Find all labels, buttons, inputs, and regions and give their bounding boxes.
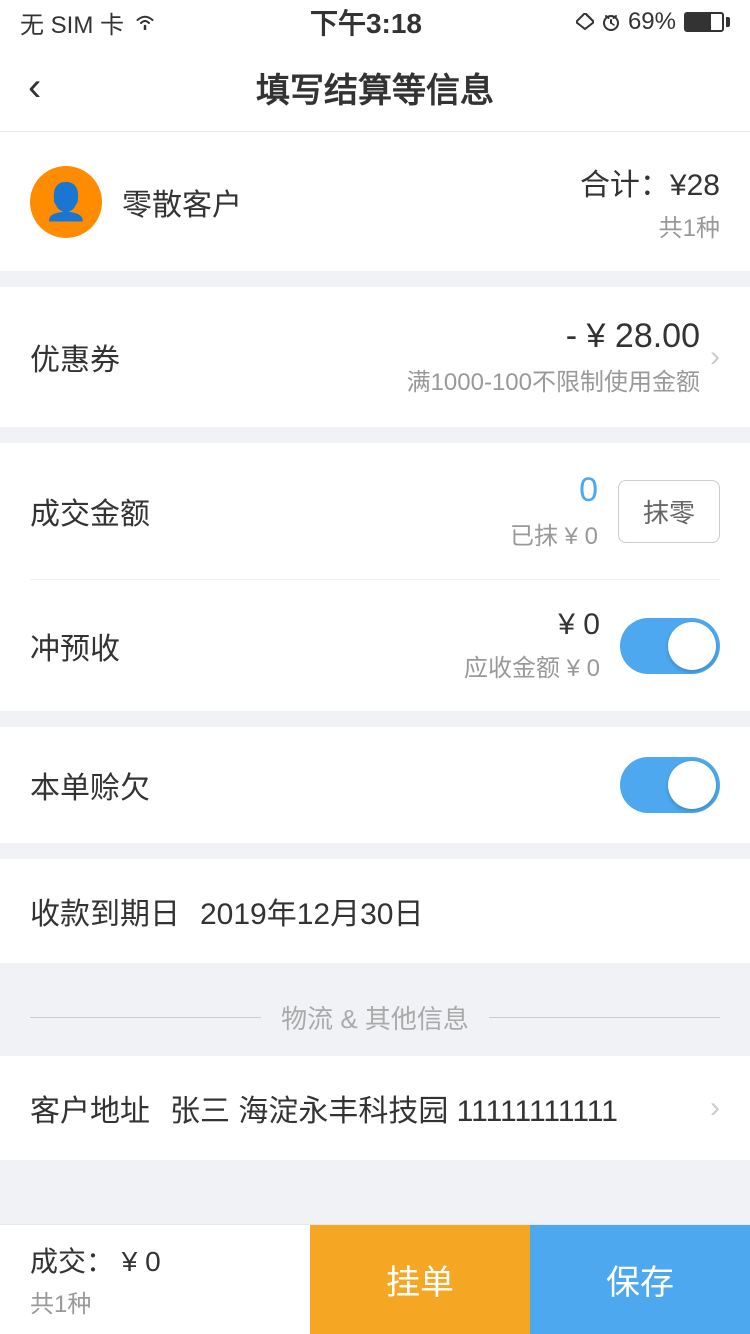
nav-bar: ‹ 填写结算等信息 (0, 44, 750, 132)
transaction-value-container: 0 已抹 ¥ 0 (510, 471, 598, 551)
avatar: 👤 (30, 166, 102, 238)
prepayment-label: 冲预收 (30, 624, 120, 668)
status-time: 下午3:18 (310, 2, 422, 42)
total-count: 共1种 (580, 208, 720, 243)
coupon-label: 优惠券 (30, 335, 120, 379)
coupon-amount: - ¥ 28.00 (407, 317, 700, 356)
transaction-value: 0 (510, 471, 598, 510)
deal-prefix: 成交： (30, 1246, 114, 1277)
prepayment-value-container: ¥ 0 应收金额 ¥ 0 (464, 608, 600, 683)
customer-total: 合计：¥28 共1种 (580, 160, 720, 243)
divider-line-right (489, 1017, 720, 1018)
coupon-right: - ¥ 28.00 满1000-100不限制使用金额 › (407, 317, 720, 397)
status-left: 无 SIM 卡 (20, 5, 156, 40)
deal-value: ¥ 0 (122, 1246, 161, 1277)
main-content: 👤 零散客户 合计：¥28 共1种 优惠券 - ¥ 28.00 满1000-10… (0, 132, 750, 1296)
coupon-row[interactable]: 优惠券 - ¥ 28.00 满1000-100不限制使用金额 › (0, 287, 750, 427)
location-icon (576, 13, 594, 31)
transaction-sub: 已抹 ¥ 0 (510, 516, 598, 551)
logistics-label: 物流 & 其他信息 (281, 999, 469, 1036)
back-button[interactable]: ‹ (28, 65, 41, 110)
bottom-bar: 成交： ¥ 0 共1种 挂单 保存 (0, 1224, 750, 1334)
bottom-deal-label: 成交： ¥ 0 (30, 1240, 280, 1280)
prepayment-right: ¥ 0 应收金额 ¥ 0 (464, 608, 720, 683)
duedate-row: 收款到期日 2019年12月30日 (0, 859, 750, 963)
transaction-label: 成交金额 (30, 489, 150, 533)
duedate-value: 2019年12月30日 (200, 889, 423, 933)
address-row[interactable]: 客户地址 张三 海淀永丰科技园 11111111111 › (0, 1056, 750, 1160)
coupon-chevron-right-icon: › (710, 340, 720, 374)
prepayment-sub: 应收金额 ¥ 0 (464, 648, 600, 683)
status-right: 69% (576, 8, 730, 36)
battery-icon (684, 12, 730, 32)
page-title: 填写结算等信息 (256, 63, 494, 112)
no-sim-label: 无 SIM 卡 (20, 5, 124, 40)
wifi-icon (134, 14, 156, 30)
prepayment-row: 冲预收 ¥ 0 应收金额 ¥ 0 (30, 580, 720, 711)
status-bar: 无 SIM 卡 下午3:18 69% (0, 0, 750, 44)
alarm-icon (602, 13, 620, 31)
coupon-desc: 满1000-100不限制使用金额 (407, 362, 700, 397)
total-amount: 合计：¥28 (580, 160, 720, 204)
avatar-icon: 👤 (44, 181, 89, 223)
transaction-row: 成交金额 0 已抹 ¥ 0 抹零 (30, 443, 720, 580)
debt-section: 本单赊欠 (0, 727, 750, 843)
prepayment-toggle[interactable] (620, 618, 720, 674)
customer-info: 👤 零散客户 (30, 166, 242, 238)
save-button[interactable]: 保存 (530, 1225, 750, 1334)
debt-row: 本单赊欠 (30, 727, 720, 843)
pending-button[interactable]: 挂单 (310, 1225, 530, 1334)
debt-toggle-circle (668, 761, 716, 809)
transaction-section: 成交金额 0 已抹 ¥ 0 抹零 冲预收 ¥ 0 应收金额 ¥ 0 (0, 443, 750, 711)
duedate-label: 收款到期日 (30, 889, 180, 933)
coupon-discount: - ¥ 28.00 满1000-100不限制使用金额 (407, 317, 700, 397)
logistics-divider: 物流 & 其他信息 (0, 979, 750, 1056)
customer-name: 零散客户 (122, 180, 242, 224)
customer-row: 👤 零散客户 合计：¥28 共1种 (0, 132, 750, 271)
prepayment-value: ¥ 0 (464, 608, 600, 642)
toggle-circle (668, 622, 716, 670)
debt-label: 本单赊欠 (30, 763, 150, 807)
battery-percent: 69% (628, 8, 676, 36)
divider-line-left (30, 1017, 261, 1018)
address-label: 客户地址 (30, 1086, 150, 1130)
debt-toggle[interactable] (620, 757, 720, 813)
transaction-right: 0 已抹 ¥ 0 抹零 (510, 471, 720, 551)
bottom-info: 成交： ¥ 0 共1种 (0, 1240, 310, 1319)
bottom-count: 共1种 (30, 1284, 280, 1319)
address-chevron-right-icon: › (710, 1091, 720, 1125)
address-value: 张三 海淀永丰科技园 11111111111 (170, 1086, 710, 1130)
round-zero-button[interactable]: 抹零 (618, 480, 720, 543)
